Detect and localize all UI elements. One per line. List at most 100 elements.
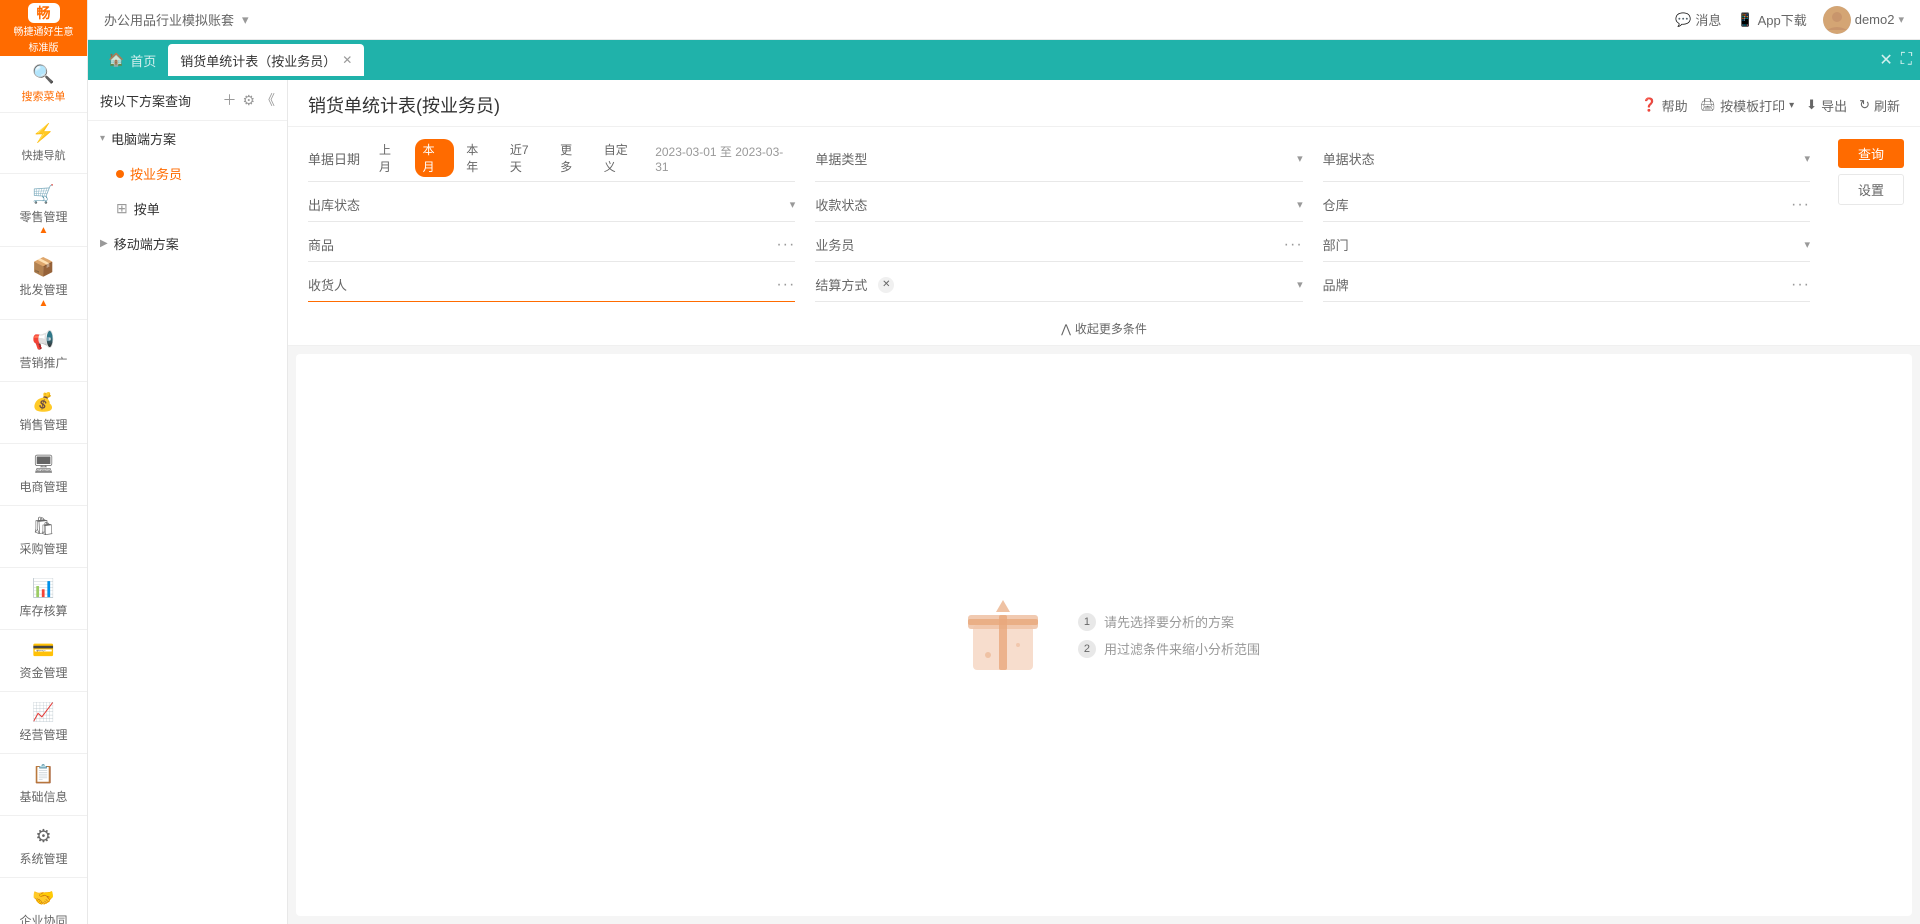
date-tab-this-year[interactable]: 本年: [458, 139, 498, 177]
sidebar-item-enterprise[interactable]: 🤝 企业协同: [0, 878, 87, 924]
sidebar-item-operations[interactable]: 📈 经营管理: [0, 692, 87, 754]
settings-plan-btn[interactable]: ⚙: [242, 92, 255, 109]
doc-status-filter-cell: 单据状态 ▾: [1323, 139, 1810, 182]
doc-status-chevron: ▾: [1804, 152, 1810, 165]
warehouse-dots[interactable]: ···: [1791, 196, 1810, 214]
tab-close-btn[interactable]: ✕: [342, 53, 352, 67]
brand-dots[interactable]: ···: [1791, 276, 1810, 294]
goods-filter-cell: 商品 ···: [308, 232, 795, 262]
page-title: 销货单统计表(按业务员): [308, 92, 500, 118]
tree-section-desktop[interactable]: ▾ 电脑端方案: [88, 121, 287, 156]
collapse-panel-btn[interactable]: 《: [261, 90, 275, 110]
wholesale-icon: 📦: [32, 257, 54, 278]
doc-type-chevron: ▾: [1297, 152, 1303, 165]
username-label: demo2: [1855, 12, 1895, 27]
tab-report[interactable]: 销货单统计表（按业务员） ✕: [168, 44, 364, 76]
receiver-dots[interactable]: ···: [776, 276, 795, 294]
collect-status-control[interactable]: ▾: [878, 198, 1302, 211]
warehouse-control[interactable]: ···: [1386, 196, 1810, 214]
user-area[interactable]: demo2 ▾: [1823, 6, 1904, 34]
date-tab-this-month[interactable]: 本月: [415, 139, 455, 177]
right-panel: 销货单统计表(按业务员) ❓ 帮助 🖨 按模板打印 ▾ ⬇ 导出: [288, 80, 1920, 924]
app-download-btn[interactable]: 📱 App下载: [1737, 10, 1806, 29]
print-dropdown-icon: ▾: [1789, 100, 1794, 111]
tabbar-actions: ✕ ⛶: [1879, 50, 1912, 70]
brand-control[interactable]: ···: [1386, 276, 1810, 294]
sidebar-item-retail[interactable]: 🛒 零售管理 ▲: [0, 174, 87, 247]
date-tab-7days[interactable]: 近7天: [502, 139, 548, 177]
goods-control[interactable]: ···: [371, 236, 795, 254]
print-label: 按模板打印: [1720, 96, 1785, 115]
help-btn[interactable]: ❓ 帮助: [1641, 96, 1687, 115]
search-menu[interactable]: 🔍 搜索菜单: [0, 56, 87, 113]
date-range-text: 2023-03-01 至 2023-03-31: [655, 143, 795, 174]
settle-chevron: ▾: [1297, 278, 1303, 291]
sidebar-item-purchase[interactable]: 🛍 采购管理: [0, 506, 87, 568]
doc-status-label: 单据状态: [1323, 149, 1378, 168]
settle-clear-btn[interactable]: ✕: [878, 277, 894, 293]
add-plan-btn[interactable]: ＋: [222, 90, 236, 110]
mobile-arrow-icon: ▶: [100, 238, 108, 249]
marketing-icon: 📢: [32, 330, 54, 351]
purchase-icon: 🛍: [32, 516, 55, 537]
by-order-label: 按单: [134, 199, 160, 218]
retail-icon: 🛒: [32, 184, 54, 205]
sidebar-item-wholesale[interactable]: 📦 批发管理 ▲: [0, 247, 87, 320]
print-icon: 🖨: [1700, 97, 1717, 113]
wholesale-expand: ▲: [39, 298, 49, 309]
salesman-control[interactable]: ···: [878, 236, 1302, 254]
collapse-up-icon: ⋀: [1061, 322, 1071, 336]
doc-type-label: 单据类型: [815, 149, 870, 168]
goods-label: 商品: [308, 235, 363, 254]
dept-control[interactable]: ▾: [1386, 238, 1810, 251]
mobile-section-label: 移动端方案: [114, 234, 179, 253]
tab-home[interactable]: 🏠 首页: [96, 44, 168, 76]
query-button[interactable]: 查询: [1838, 139, 1904, 168]
doc-status-control[interactable]: ▾: [1386, 152, 1810, 165]
help-icon: ❓: [1641, 97, 1657, 113]
out-status-label: 出库状态: [308, 195, 363, 214]
left-panel-icons: ＋ ⚙ 《: [222, 90, 275, 110]
tree-section-mobile[interactable]: ▶ 移动端方案: [88, 226, 287, 261]
salesman-dots[interactable]: ···: [1284, 236, 1303, 254]
sidebar-item-finance[interactable]: 💳 资金管理: [0, 630, 87, 692]
avatar: [1823, 6, 1851, 34]
shortcut-nav[interactable]: ⚡ 快捷导航: [0, 113, 87, 174]
receiver-filter-cell: 收货人 ···: [308, 272, 795, 302]
tab-maximize-btn[interactable]: ⛶: [1901, 51, 1912, 69]
message-btn[interactable]: 💬 消息: [1675, 10, 1721, 29]
app-sub: 标准版: [29, 39, 59, 54]
date-tab-more[interactable]: 更多: [552, 139, 592, 177]
topbar: 办公用品行业模拟账套 ▾ 💬 消息 📱 App下载 demo2 ▾: [88, 0, 1920, 40]
empty-tips: 1 请先选择要分析的方案 2 用过滤条件来缩小分析范围: [1078, 612, 1260, 658]
tree-item-by-order[interactable]: ⊞ 按单: [88, 191, 287, 226]
collapse-row: ⋀ 收起更多条件: [288, 312, 1920, 346]
out-status-chevron: ▾: [790, 198, 796, 211]
tree-item-by-salesman[interactable]: 按业务员: [88, 156, 287, 191]
sidebar-item-inventory[interactable]: 📊 库存核算: [0, 568, 87, 630]
empty-content: 1 请先选择要分析的方案 2 用过滤条件来缩小分析范围: [948, 580, 1260, 690]
refresh-btn[interactable]: ↻ 刷新: [1859, 96, 1900, 115]
retail-label: 零售管理: [19, 208, 67, 225]
out-status-control[interactable]: ▾: [371, 198, 795, 211]
sidebar-item-marketing[interactable]: 📢 营销推广: [0, 320, 87, 382]
settings-button[interactable]: 设置: [1838, 174, 1904, 205]
tab-close-window-btn[interactable]: ✕: [1879, 50, 1892, 70]
receiver-control[interactable]: ···: [371, 276, 795, 294]
breadcrumb-dropdown-icon[interactable]: ▾: [242, 12, 249, 28]
date-tab-custom[interactable]: 自定义: [596, 139, 647, 177]
print-btn[interactable]: 🖨 按模板打印 ▾: [1700, 96, 1795, 115]
sidebar-item-base[interactable]: 📋 基础信息: [0, 754, 87, 816]
breadcrumb-text: 办公用品行业模拟账套: [104, 10, 234, 29]
sidebar-item-ecommerce[interactable]: 🖥 电商管理: [0, 444, 87, 506]
date-tab-last-month[interactable]: 上月: [371, 139, 411, 177]
doc-type-filter-cell: 单据类型 ▾: [815, 139, 1302, 182]
doc-type-control[interactable]: ▾: [878, 152, 1302, 165]
collapse-btn[interactable]: ⋀ 收起更多条件: [1061, 320, 1147, 337]
sidebar-item-system[interactable]: ⚙ 系统管理: [0, 816, 87, 878]
sidebar-item-sales[interactable]: 💰 销售管理: [0, 382, 87, 444]
export-btn[interactable]: ⬇ 导出: [1806, 96, 1847, 115]
goods-dots[interactable]: ···: [776, 236, 795, 254]
ecommerce-icon: 🖥: [32, 454, 55, 475]
receiver-input[interactable]: [371, 277, 776, 292]
